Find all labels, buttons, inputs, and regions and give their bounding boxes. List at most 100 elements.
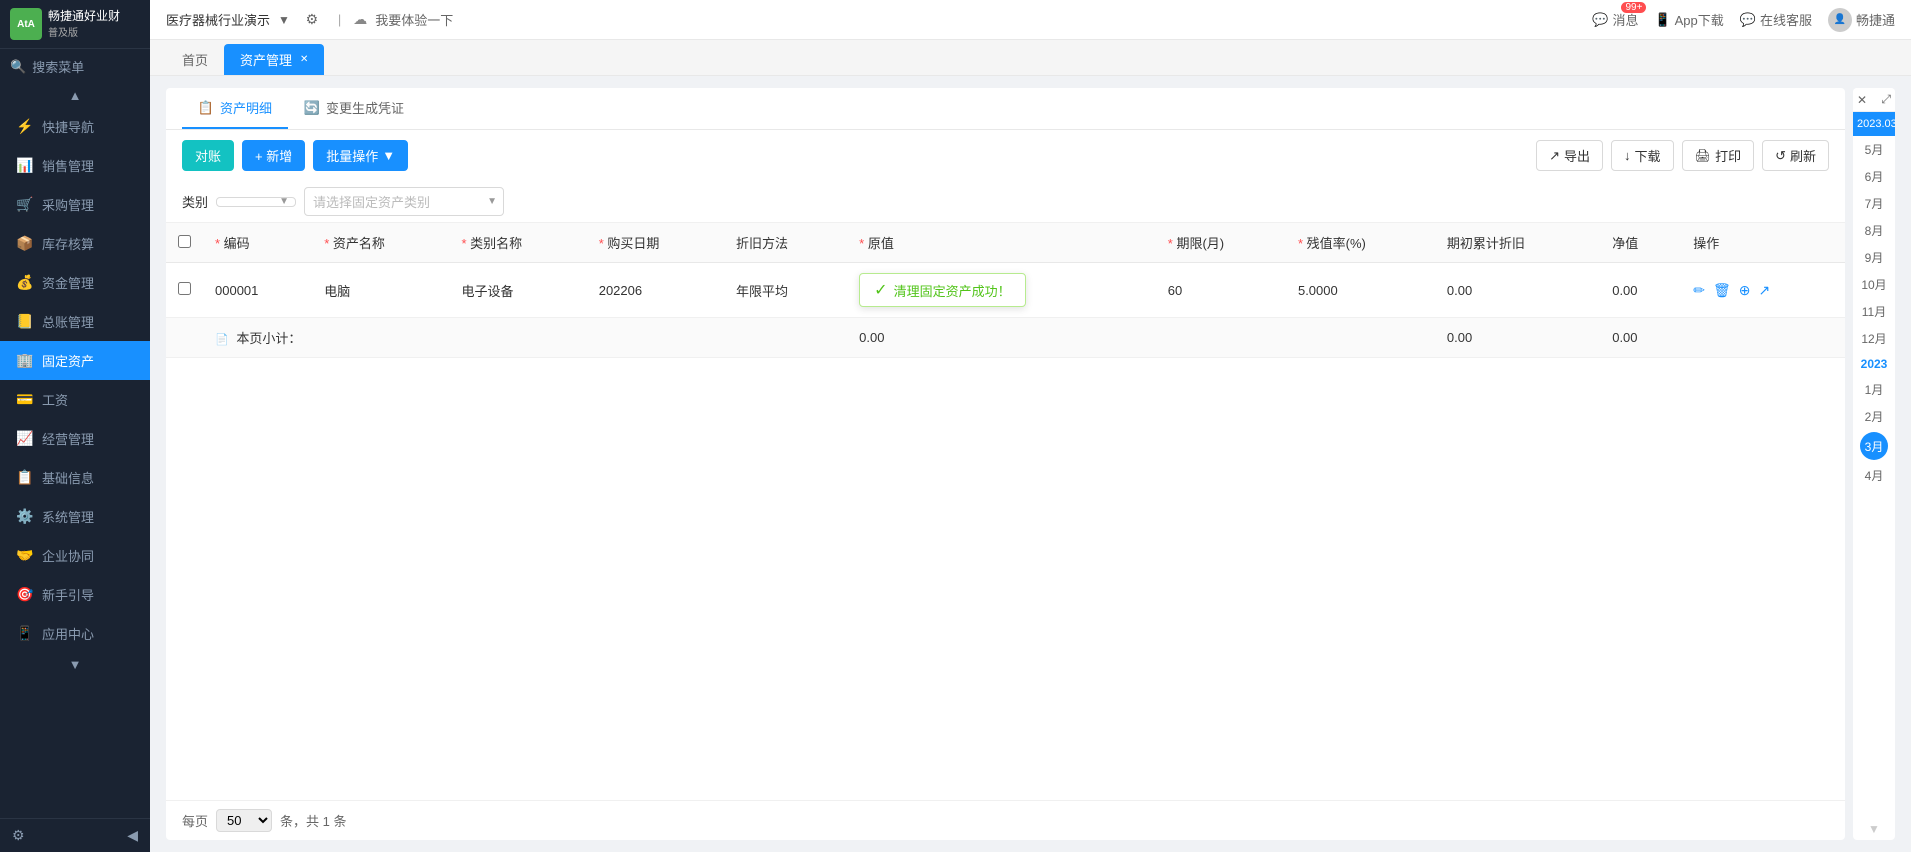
cal-month-3[interactable]: 3月 <box>1860 432 1888 460</box>
subtab-asset-detail[interactable]: 📋 资产明细 <box>182 88 288 129</box>
close-panel-icon[interactable]: ✕ <box>1857 93 1867 107</box>
refresh-btn[interactable]: ↺ 刷新 <box>1762 140 1829 171</box>
sidebar-item-app-center[interactable]: 📱 应用中心 <box>0 614 150 653</box>
expand-panel-icon[interactable]: ⤢ <box>1881 92 1891 107</box>
per-page-select[interactable]: 50 100 200 <box>216 809 272 832</box>
cal-month-9[interactable]: 9月 <box>1853 244 1895 271</box>
message-btn[interactable]: 💬 消息 99+ <box>1592 10 1638 29</box>
operations-icon: 📈 <box>16 430 34 448</box>
sidebar-item-ledger[interactable]: 📒 总账管理 <box>0 302 150 341</box>
experience-link[interactable]: 我要体验一下 <box>375 10 453 29</box>
calendar-down-btn[interactable]: ▼ <box>1853 818 1895 840</box>
copy-icon[interactable]: ⊕ <box>1739 282 1751 299</box>
scroll-up-btn[interactable]: ▲ <box>0 84 150 107</box>
calendar-panel: ✕ ⤢ 2023.03 5月 6月 7月 8月 9月 10月 11月 12月 2… <box>1853 88 1895 840</box>
topbar-settings-icon[interactable]: ⚙ <box>298 6 326 34</box>
subtab-change-voucher[interactable]: 🔄 变更生成凭证 <box>288 88 420 129</box>
row-checkbox[interactable] <box>178 282 191 295</box>
print-icon: 🖨 <box>1695 148 1712 164</box>
guide-label: 新手引导 <box>42 585 94 604</box>
cal-month-8[interactable]: 8月 <box>1853 217 1895 244</box>
toolbar-right: ↗ 导出 ↓ 下载 🖨 打印 ↺ 刷新 <box>1536 140 1829 171</box>
app-download-icon: 📱 <box>1654 12 1670 28</box>
cal-month-6[interactable]: 6月 <box>1853 163 1895 190</box>
sidebar-item-operations[interactable]: 📈 经营管理 <box>0 419 150 458</box>
salary-label: 工资 <box>42 390 68 409</box>
company-dropdown-icon[interactable]: ▼ <box>278 13 290 27</box>
cal-month-4[interactable]: 4月 <box>1853 462 1895 489</box>
new-btn[interactable]: + 新增 <box>242 140 305 171</box>
account-btn[interactable]: 对账 <box>182 140 234 171</box>
online-service-btn[interactable]: 💬 在线客服 <box>1740 10 1812 29</box>
sidebar-item-guide[interactable]: 🎯 新手引导 <box>0 575 150 614</box>
sidebar-item-fixed-assets[interactable]: 🏢 固定资产 <box>0 341 150 380</box>
sidebar-item-collaboration[interactable]: 🤝 企业协同 <box>0 536 150 575</box>
batch-dropdown-icon: ▼ <box>382 148 395 163</box>
tab-asset-management-label: 资产管理 <box>240 50 292 69</box>
asset-detail-icon: 📋 <box>198 100 214 116</box>
search-menu-item[interactable]: 🔍 搜索菜单 <box>0 49 150 84</box>
cal-month-10[interactable]: 10月 <box>1853 271 1895 298</box>
app-center-label: 应用中心 <box>42 624 94 643</box>
ledger-icon: 📒 <box>16 313 34 331</box>
collapse-icon[interactable]: ◀ <box>127 827 138 844</box>
summary-label: 本页小计： <box>236 331 301 346</box>
cloud-icon: ☁ <box>353 11 367 28</box>
funds-label: 资金管理 <box>42 273 94 292</box>
sidebar-item-sales[interactable]: 📊 销售管理 <box>0 146 150 185</box>
inventory-label: 库存核算 <box>42 234 94 253</box>
app-center-icon: 📱 <box>16 625 34 643</box>
sidebar-item-basic-info[interactable]: 📋 基础信息 <box>0 458 150 497</box>
scroll-down-btn[interactable]: ▼ <box>0 653 150 676</box>
asset-category-select[interactable]: 请选择固定资产类别 ▼ <box>304 187 504 216</box>
export-btn[interactable]: ↗ 导出 <box>1536 140 1603 171</box>
refresh-label: 刷新 <box>1790 146 1816 165</box>
category-filter-select[interactable]: ▼ <box>216 197 296 207</box>
tab-home[interactable]: 首页 <box>166 44 224 75</box>
sidebar: AtA 畅捷通好业财 普及版 🔍 搜索菜单 ▲ ⚡ 快捷导航 📊 销售管理 🛒 … <box>0 0 150 852</box>
sidebar-item-funds[interactable]: 💰 资金管理 <box>0 263 150 302</box>
cell-purchase-date: 202206 <box>587 263 724 318</box>
quick-nav-label: 快捷导航 <box>42 117 94 136</box>
sidebar-item-inventory[interactable]: 📦 库存核算 <box>0 224 150 263</box>
operations-label: 经营管理 <box>42 429 94 448</box>
logo-text: 畅捷通好业财 <box>48 9 120 25</box>
cal-month-5[interactable]: 5月 <box>1853 136 1895 163</box>
cell-period: 60 <box>1156 263 1286 318</box>
subtab-asset-detail-label: 资产明细 <box>220 98 272 117</box>
sidebar-item-purchase[interactable]: 🛒 采购管理 <box>0 185 150 224</box>
cell-category: 电子设备 <box>449 263 586 318</box>
select-all-checkbox[interactable] <box>178 235 191 248</box>
cal-month-1[interactable]: 1月 <box>1853 376 1895 403</box>
tab-asset-management[interactable]: 资产管理 ✕ <box>224 44 324 75</box>
download-icon: ↓ <box>1624 148 1631 163</box>
cal-month-11[interactable]: 11月 <box>1853 298 1895 325</box>
cal-month-12[interactable]: 12月 <box>1853 325 1895 352</box>
settings-icon[interactable]: ⚙ <box>12 827 25 844</box>
sidebar-item-system[interactable]: ⚙️ 系统管理 <box>0 497 150 536</box>
col-name: 资产名称 <box>312 223 449 263</box>
guide-icon: 🎯 <box>16 586 34 604</box>
more-icon[interactable]: ↗ <box>1759 282 1771 299</box>
tab-close-icon[interactable]: ✕ <box>300 54 308 65</box>
batch-btn-label: 批量操作 <box>326 146 378 165</box>
calendar-header[interactable]: 2023.03 <box>1853 112 1895 136</box>
edit-icon[interactable]: ✏ <box>1693 282 1705 299</box>
delete-icon[interactable]: 🗑 <box>1713 282 1731 299</box>
print-btn[interactable]: 🖨 打印 <box>1682 140 1755 171</box>
subtab-bar: 📋 资产明细 🔄 变更生成凭证 <box>166 88 1845 130</box>
app-download-btn[interactable]: 📱 App下载 <box>1654 10 1723 29</box>
sidebar-item-salary[interactable]: 💳 工资 <box>0 380 150 419</box>
user-profile-btn[interactable]: 👤 畅捷通 <box>1828 8 1895 32</box>
change-voucher-icon: 🔄 <box>304 100 320 116</box>
export-label: 导出 <box>1564 146 1590 165</box>
sidebar-item-quick-nav[interactable]: ⚡ 快捷导航 <box>0 107 150 146</box>
new-btn-label: + 新增 <box>255 146 292 165</box>
cal-month-7[interactable]: 7月 <box>1853 190 1895 217</box>
search-menu-label: 搜索菜单 <box>32 57 84 76</box>
batch-btn[interactable]: 批量操作 ▼ <box>313 140 408 171</box>
cal-month-2[interactable]: 2月 <box>1853 403 1895 430</box>
download-btn[interactable]: ↓ 下载 <box>1611 140 1674 171</box>
experience-label: 我要体验一下 <box>375 10 453 29</box>
pagination: 每页 50 100 200 条，共 1 条 <box>166 800 1845 840</box>
